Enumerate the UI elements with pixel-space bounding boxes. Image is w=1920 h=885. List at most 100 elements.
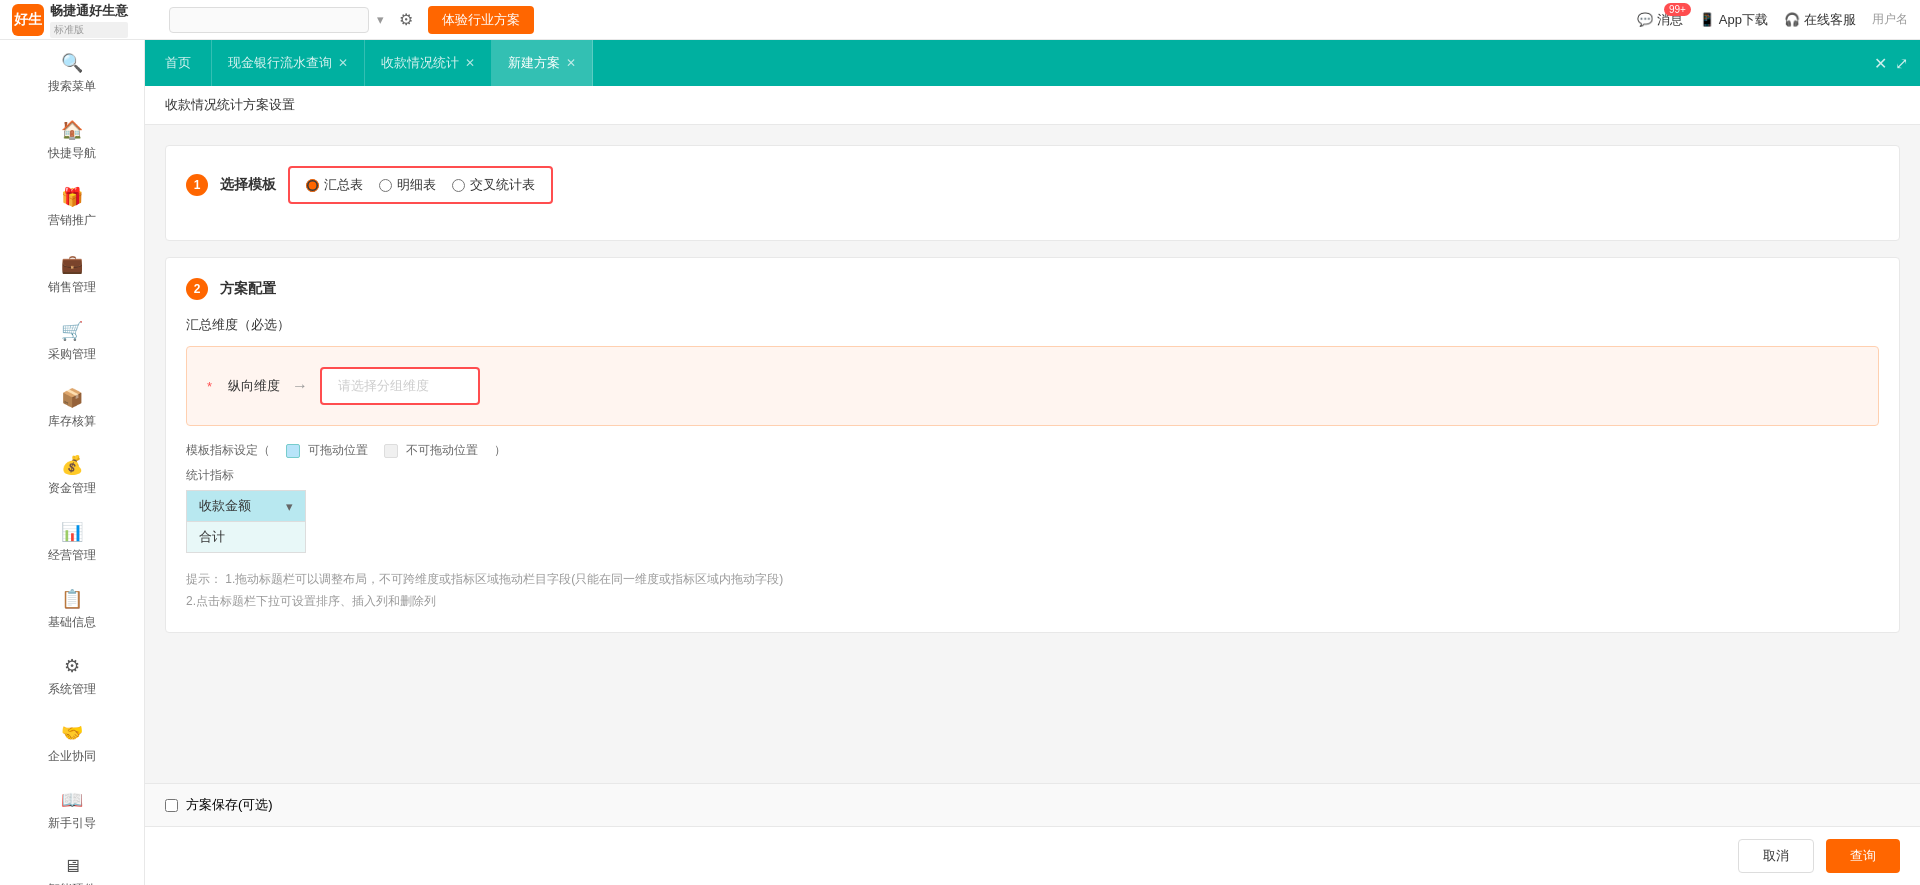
legend-draggable: 可拖动位置: [286, 442, 368, 459]
sidebar-item-base-info[interactable]: 📋 基础信息: [0, 576, 144, 643]
required-mark: *: [207, 379, 212, 394]
step2-num: 2: [186, 278, 208, 300]
service-label: 在线客服: [1804, 11, 1856, 29]
indicator-label-row: 模板指标设定（ 可拖动位置 不可拖动位置 ）: [186, 442, 1879, 459]
sidebar-item-marketing[interactable]: 🎁 营销推广: [0, 174, 144, 241]
guide-icon: 📖: [61, 789, 83, 811]
indicator-title: 模板指标设定（: [186, 442, 270, 459]
tab-bank-flow-label: 现金银行流水查询: [228, 54, 332, 72]
legend-undraggable-box: [384, 444, 398, 458]
topbar: 好生 畅捷通好生意 标准版 ▾ ⚙ 体验行业方案 💬 消息 99+ 📱 App下…: [0, 0, 1920, 40]
stat-header-label: 收款金额: [199, 497, 251, 515]
message-icon: 💬: [1637, 12, 1653, 27]
sidebar-item-quick-nav[interactable]: 🏠 快捷导航: [0, 107, 144, 174]
step1-num: 1: [186, 174, 208, 196]
tab-bank-flow[interactable]: 现金银行流水查询 ✕: [212, 40, 365, 86]
logo-area: 好生 畅捷通好生意 标准版: [12, 2, 157, 38]
home-icon: 🏠: [61, 119, 83, 141]
tab-bank-flow-close[interactable]: ✕: [338, 56, 348, 70]
tab-home-label: 首页: [165, 54, 191, 72]
tip-line2: 2.点击标题栏下拉可设置排序、插入列和删除列: [186, 591, 1879, 613]
tab-new-plan-close[interactable]: ✕: [566, 56, 576, 70]
page-title: 收款情况统计方案设置: [165, 97, 295, 112]
sidebar-item-sales[interactable]: 💼 销售管理: [0, 241, 144, 308]
download-button[interactable]: 📱 App下载: [1699, 11, 1768, 29]
action-bar: 取消 查询: [145, 826, 1920, 885]
stat-table-header: 收款金额 ▾: [187, 491, 305, 522]
sidebar-item-purchase[interactable]: 🛒 采购管理: [0, 308, 144, 375]
message-button[interactable]: 💬 消息 99+: [1637, 11, 1683, 29]
config-inner: 汇总维度（必选） * 纵向维度 → 请选择分组维度: [186, 316, 1879, 612]
legend-draggable-label: 可拖动位置: [308, 442, 368, 459]
search-area: ▾ ⚙ 体验行业方案: [157, 6, 1637, 34]
vertical-dim-label: 纵向维度: [228, 377, 280, 395]
sidebar-item-guide[interactable]: 📖 新手引导: [0, 777, 144, 844]
step1-row: 1 选择模板 汇总表 明细表: [186, 166, 1879, 204]
template-options-box: 汇总表 明细表 交叉统计表: [288, 166, 553, 204]
tab-receipt-stat[interactable]: 收款情况统计 ✕: [365, 40, 492, 86]
main-layout: 🔍 搜索菜单 🏠 快捷导航 🎁 营销推广 💼 销售管理 🛒 采购管理 📦 库存核…: [0, 40, 1920, 885]
page-content: 收款情况统计方案设置 1 选择模板 汇总表: [145, 86, 1920, 826]
step1-title: 选择模板: [220, 176, 276, 194]
save-checkbox-label: 方案保存(可选): [186, 796, 273, 814]
logo-text: 畅捷通好生意: [50, 2, 128, 20]
tab-receipt-stat-close[interactable]: ✕: [465, 56, 475, 70]
query-button[interactable]: 查询: [1826, 839, 1900, 873]
radio-summary-label: 汇总表: [324, 176, 363, 194]
service-button[interactable]: 🎧 在线客服: [1784, 11, 1856, 29]
enterprise-icon: 🤝: [61, 722, 83, 744]
dimension-row: * 纵向维度 → 请选择分组维度: [207, 367, 1858, 405]
gift-icon: 🎁: [61, 186, 83, 208]
service-icon: 🎧: [1784, 12, 1800, 27]
radio-detail[interactable]: 明细表: [379, 176, 436, 194]
page-header: 收款情况统计方案设置: [145, 86, 1920, 125]
indicator-close: ）: [494, 442, 506, 459]
download-label: App下载: [1719, 11, 1768, 29]
sidebar-item-search[interactable]: 🔍 搜索菜单: [0, 40, 144, 107]
tabbar-controls: ✕ ⤢: [1862, 40, 1920, 86]
search-input[interactable]: [169, 7, 369, 33]
finance-icon: 💰: [61, 454, 83, 476]
stat-table: 收款金额 ▾ 合计: [186, 490, 306, 553]
save-checkbox[interactable]: [165, 799, 178, 812]
stat-dropdown-icon[interactable]: ▾: [286, 499, 293, 514]
tab-new-plan[interactable]: 新建方案 ✕: [492, 40, 593, 86]
logo-badge: 标准版: [50, 22, 128, 38]
stat-table-cell: 合计: [187, 522, 305, 552]
radio-summary[interactable]: 汇总表: [306, 176, 363, 194]
legend-draggable-box: [286, 444, 300, 458]
dimension-area: * 纵向维度 → 请选择分组维度: [186, 346, 1879, 426]
arrow-icon: →: [292, 377, 308, 395]
sidebar: 🔍 搜索菜单 🏠 快捷导航 🎁 营销推广 💼 销售管理 🛒 采购管理 📦 库存核…: [0, 40, 145, 885]
download-icon: 📱: [1699, 12, 1715, 27]
inventory-icon: 📦: [61, 387, 83, 409]
hardware-icon: 🖥: [63, 856, 81, 877]
sidebar-item-finance[interactable]: 💰 资金管理: [0, 442, 144, 509]
base-info-icon: 📋: [61, 588, 83, 610]
sidebar-item-inventory[interactable]: 📦 库存核算: [0, 375, 144, 442]
sidebar-item-management[interactable]: 📊 经营管理: [0, 509, 144, 576]
dimension-select[interactable]: 请选择分组维度: [320, 367, 480, 405]
form-container: 1 选择模板 汇总表 明细表: [145, 125, 1920, 783]
radio-cross[interactable]: 交叉统计表: [452, 176, 535, 194]
close-window-icon[interactable]: ✕: [1874, 54, 1887, 73]
indicator-settings: 模板指标设定（ 可拖动位置 不可拖动位置 ）: [186, 442, 1879, 553]
sidebar-item-system[interactable]: ⚙ 系统管理: [0, 643, 144, 710]
trial-button[interactable]: 体验行业方案: [428, 6, 534, 34]
tabbar: 首页 现金银行流水查询 ✕ 收款情况统计 ✕ 新建方案 ✕ ✕ ⤢: [145, 40, 1920, 86]
maximize-icon[interactable]: ⤢: [1895, 54, 1908, 73]
step2-title: 方案配置: [220, 280, 276, 298]
management-icon: 📊: [61, 521, 83, 543]
dropdown-icon[interactable]: ▾: [377, 12, 384, 27]
tab-new-plan-label: 新建方案: [508, 54, 560, 72]
cancel-button[interactable]: 取消: [1738, 839, 1814, 873]
user-name: 用户名: [1872, 11, 1908, 28]
tab-home[interactable]: 首页: [145, 40, 212, 86]
sidebar-item-hardware[interactable]: 🖥 智能硬件: [0, 844, 144, 885]
sidebar-item-enterprise[interactable]: 🤝 企业协同: [0, 710, 144, 777]
sales-icon: 💼: [61, 253, 83, 275]
topbar-right: 💬 消息 99+ 📱 App下载 🎧 在线客服 用户名: [1637, 11, 1908, 29]
settings-icon[interactable]: ⚙: [392, 6, 420, 34]
stat-indicator-title: 统计指标: [186, 467, 234, 484]
tab-receipt-stat-label: 收款情况统计: [381, 54, 459, 72]
